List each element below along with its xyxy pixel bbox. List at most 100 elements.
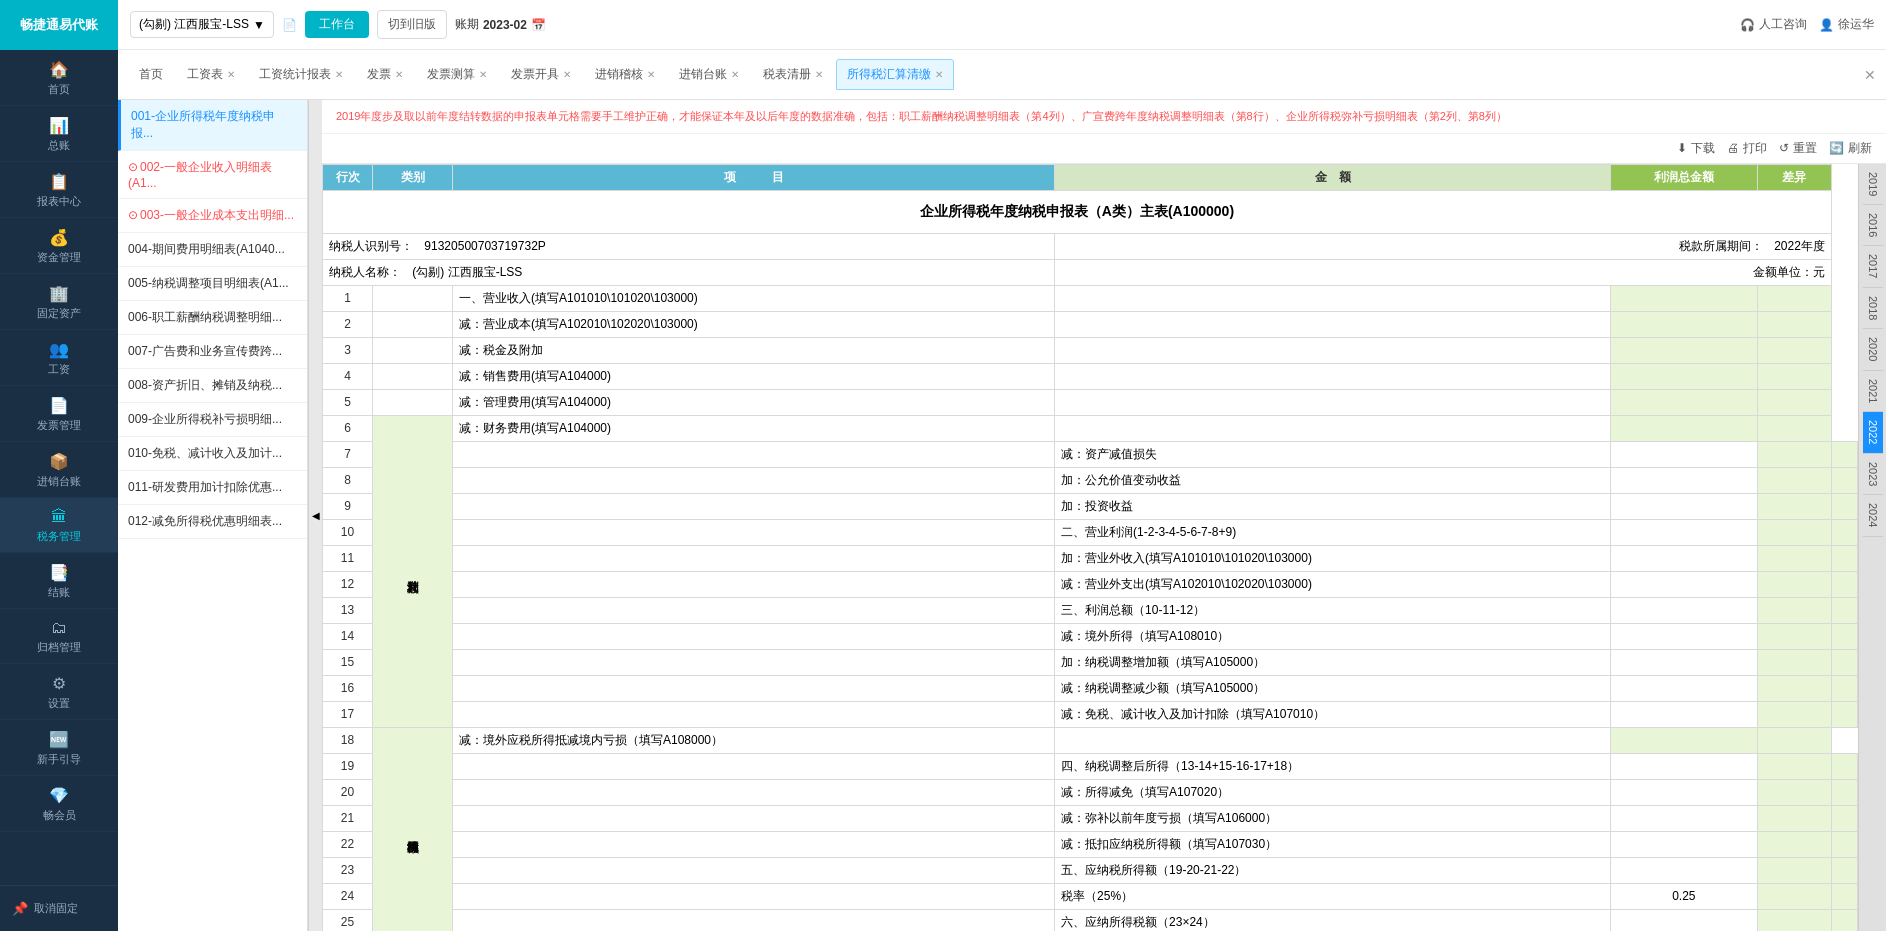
year-item-2016[interactable]: 2016 [1863, 205, 1883, 246]
amount-cell[interactable] [1055, 363, 1611, 389]
amount-cell[interactable] [1611, 519, 1758, 545]
reset-button[interactable]: ↺ 重置 [1779, 140, 1817, 157]
sidebar-item-新手引导[interactable]: 🆕新手引导 [0, 720, 118, 776]
close-tab-icon[interactable]: ✕ [335, 69, 343, 80]
left-panel-item-007[interactable]: 007-广告费和业务宣传费跨... [118, 335, 307, 369]
year-item-2022[interactable]: 2022 [1863, 412, 1883, 453]
amount-cell[interactable] [1611, 831, 1758, 857]
close-tab-icon[interactable]: ✕ [227, 69, 235, 80]
collapse-button[interactable]: ◀ [308, 100, 322, 931]
sidebar-icon: 🗂 [51, 619, 67, 637]
left-panel-item-012[interactable]: 012-减免所得税优惠明细表... [118, 505, 307, 539]
nav-tab-进销稽核[interactable]: 进销稽核✕ [584, 59, 666, 90]
close-tab-icon[interactable]: ✕ [395, 69, 403, 80]
close-tab-icon[interactable]: ✕ [815, 69, 823, 80]
nav-tab-发票开具[interactable]: 发票开具✕ [500, 59, 582, 90]
amount-cell[interactable] [1611, 467, 1758, 493]
amount-cell[interactable] [1611, 701, 1758, 727]
amount-cell[interactable] [1611, 909, 1758, 931]
sidebar-item-结账[interactable]: 📑结账 [0, 553, 118, 609]
sidebar-item-进销台账[interactable]: 📦进销台账 [0, 442, 118, 498]
close-tab-icon[interactable]: ✕ [935, 69, 943, 80]
amount-cell[interactable] [1055, 727, 1611, 753]
close-tab-icon[interactable]: ✕ [479, 69, 487, 80]
amount-cell[interactable] [1611, 545, 1758, 571]
left-panel-item-010[interactable]: 010-免税、减计收入及加计... [118, 437, 307, 471]
left-panel-item-011[interactable]: 011-研发费用加计扣除优惠... [118, 471, 307, 505]
company-selector[interactable]: (勾剔) 江西服宝-LSS ▼ [130, 11, 274, 38]
sidebar-item-设置[interactable]: ⚙设置 [0, 664, 118, 720]
year-item-2019[interactable]: 2019 [1863, 164, 1883, 205]
table-container[interactable]: 行次类别项 目金 额利润总金额差异企业所得税年度纳税申报表（A类）主表(A100… [322, 164, 1858, 932]
workbench-button[interactable]: 工作台 [305, 11, 369, 38]
row-number: 8 [323, 467, 373, 493]
amount-cell[interactable] [1055, 311, 1611, 337]
year-item-2020[interactable]: 2020 [1863, 329, 1883, 370]
sidebar-item-畅会员[interactable]: 💎畅会员 [0, 776, 118, 832]
year-item-2021[interactable]: 2021 [1863, 371, 1883, 412]
amount-cell[interactable] [1611, 857, 1758, 883]
amount-cell[interactable] [1611, 623, 1758, 649]
amount-cell[interactable]: 0.25 [1611, 883, 1758, 909]
sidebar-label: 工资 [48, 362, 70, 377]
close-all-icon[interactable]: ✕ [1864, 67, 1876, 83]
amount-cell[interactable] [1055, 415, 1611, 441]
profit-cell [1611, 285, 1758, 311]
sidebar-item-发票管理[interactable]: 📄发票管理 [0, 386, 118, 442]
table-row: 11加：营业外收入(填写A101010\101020\103000) [323, 545, 1858, 571]
left-panel-item-002[interactable]: ⊙002-一般企业收入明细表(A1... [118, 151, 307, 199]
amount-cell[interactable] [1055, 389, 1611, 415]
left-panel-item-008[interactable]: 008-资产折旧、摊销及纳税... [118, 369, 307, 403]
year-item-2017[interactable]: 2017 [1863, 246, 1883, 287]
close-tab-icon[interactable]: ✕ [731, 69, 739, 80]
amount-cell[interactable] [1611, 805, 1758, 831]
left-panel-item-009[interactable]: 009-企业所得税补亏损明细... [118, 403, 307, 437]
sidebar-item-首页[interactable]: 🏠首页 [0, 50, 118, 106]
sidebar-item-工资[interactable]: 👥工资 [0, 330, 118, 386]
table-row: 25六、应纳所得税额（23×24） [323, 909, 1858, 931]
year-item-2023[interactable]: 2023 [1863, 454, 1883, 495]
left-panel-item-003[interactable]: ⊙003-一般企业成本支出明细... [118, 199, 307, 233]
year-item-2018[interactable]: 2018 [1863, 288, 1883, 329]
nav-tab-进销台账[interactable]: 进销台账✕ [668, 59, 750, 90]
download-button[interactable]: ⬇ 下载 [1677, 140, 1715, 157]
nav-tab-税表清册[interactable]: 税表清册✕ [752, 59, 834, 90]
amount-cell[interactable] [1611, 675, 1758, 701]
switch-button[interactable]: 切到旧版 [377, 10, 447, 39]
left-panel-item-001[interactable]: 001-企业所得税年度纳税申报... [118, 100, 307, 151]
amount-cell[interactable] [1611, 649, 1758, 675]
sidebar-item-税务管理[interactable]: 🏛税务管理 [0, 498, 118, 553]
category-cell-empty [453, 467, 1055, 493]
nav-tab-工资统计报表[interactable]: 工资统计报表✕ [248, 59, 354, 90]
left-panel-item-004[interactable]: 004-期间费用明细表(A1040... [118, 233, 307, 267]
user-profile[interactable]: 👤 徐运华 [1819, 16, 1874, 33]
amount-cell[interactable] [1611, 441, 1758, 467]
nav-tab-发票测算[interactable]: 发票测算✕ [416, 59, 498, 90]
row-number: 3 [323, 337, 373, 363]
sidebar-item-归档管理[interactable]: 🗂归档管理 [0, 609, 118, 664]
sidebar-item-固定资产[interactable]: 🏢固定资产 [0, 274, 118, 330]
amount-cell[interactable] [1611, 779, 1758, 805]
close-tab-icon[interactable]: ✕ [563, 69, 571, 80]
left-panel-item-005[interactable]: 005-纳税调整项目明细表(A1... [118, 267, 307, 301]
sidebar-item-总账[interactable]: 📊总账 [0, 106, 118, 162]
close-tab-icon[interactable]: ✕ [647, 69, 655, 80]
amount-cell[interactable] [1611, 597, 1758, 623]
year-item-2024[interactable]: 2024 [1863, 495, 1883, 536]
amount-cell[interactable] [1611, 493, 1758, 519]
amount-cell[interactable] [1055, 285, 1611, 311]
sidebar-item-报表中心[interactable]: 📋报表中心 [0, 162, 118, 218]
nav-tab-工资表[interactable]: 工资表✕ [176, 59, 246, 90]
ai-consult[interactable]: 🎧 人工咨询 [1740, 16, 1807, 33]
nav-tab-首页[interactable]: 首页 [128, 59, 174, 90]
pin-toggle[interactable]: 📌 取消固定 [0, 894, 118, 923]
left-panel-item-006[interactable]: 006-职工薪酬纳税调整明细... [118, 301, 307, 335]
refresh-button[interactable]: 🔄 刷新 [1829, 140, 1872, 157]
amount-cell[interactable] [1055, 337, 1611, 363]
amount-cell[interactable] [1611, 571, 1758, 597]
nav-tab-发票[interactable]: 发票✕ [356, 59, 414, 90]
sidebar-item-资金管理[interactable]: 💰资金管理 [0, 218, 118, 274]
print-button[interactable]: 🖨 打印 [1727, 140, 1767, 157]
nav-tab-所得税汇算清缴[interactable]: 所得税汇算清缴✕ [836, 59, 954, 90]
amount-cell[interactable] [1611, 753, 1758, 779]
